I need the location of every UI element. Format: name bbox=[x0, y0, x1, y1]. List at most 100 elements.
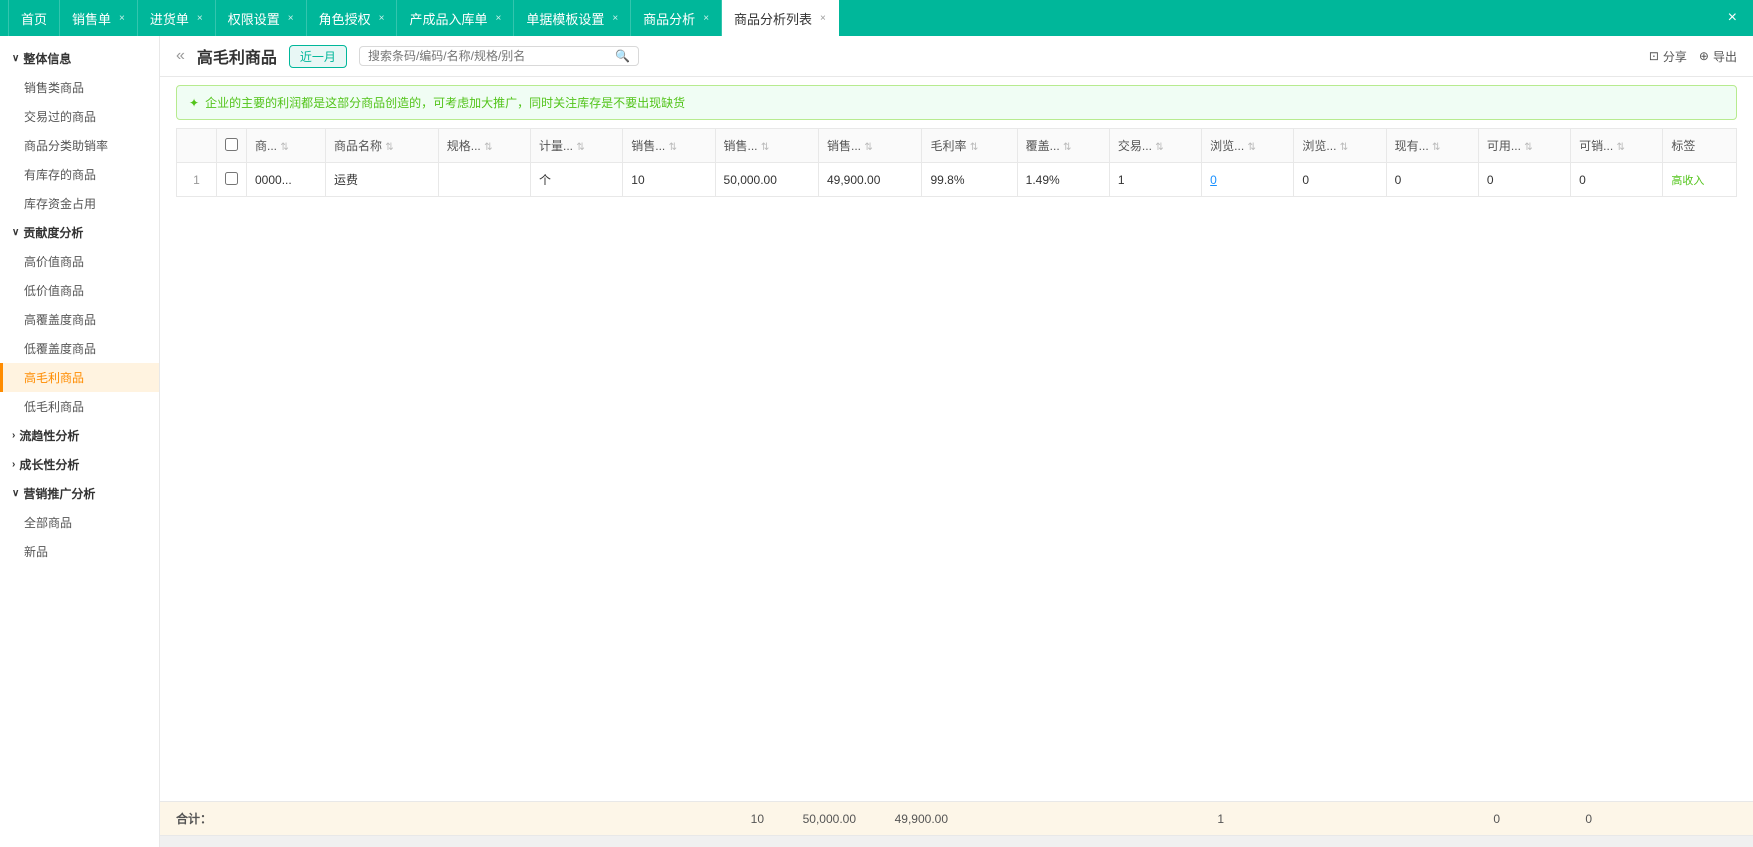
search-input[interactable] bbox=[368, 49, 609, 63]
content-area: « 高毛利商品 近一月 🔍 ⊡ 分享 ⊕ 导出 ✦ 企业的主要的利润都是这部 bbox=[160, 36, 1753, 847]
sidebar-group-trend[interactable]: › 流趋性分析 bbox=[0, 421, 159, 450]
sort-spec-icon[interactable]: ⇅ bbox=[484, 142, 492, 153]
arrow-icon-trend: › bbox=[12, 430, 15, 441]
col-code: 商... ⇅ bbox=[247, 129, 326, 163]
alert-banner: ✦ 企业的主要的利润都是这部分商品创造的，可考虑加大推广，同时关注库存是不要出现… bbox=[176, 85, 1737, 120]
col-browse1: 浏览... ⇅ bbox=[1202, 129, 1294, 163]
arrow-icon-marketing: ∨ bbox=[12, 488, 19, 499]
share-icon: ⊡ bbox=[1649, 49, 1659, 63]
sidebar-item-new-goods[interactable]: 新品 bbox=[0, 537, 159, 566]
tab-template[interactable]: 单据模板设置 × bbox=[514, 0, 631, 36]
sort-code-icon[interactable]: ⇅ bbox=[280, 142, 288, 153]
sidebar-item-high-value[interactable]: 高价值商品 bbox=[0, 247, 159, 276]
tab-role[interactable]: 角色授权 × bbox=[307, 0, 398, 36]
col-sale-qty: 销售... ⇅ bbox=[623, 129, 715, 163]
sidebar-item-low-coverage[interactable]: 低覆盖度商品 bbox=[0, 334, 159, 363]
alert-icon: ✦ bbox=[189, 96, 199, 110]
sort-trade-icon[interactable]: ⇅ bbox=[1155, 142, 1163, 153]
sidebar: ∨ 整体信息 销售类商品 交易过的商品 商品分类助销率 有库存的商品 库存资金占… bbox=[0, 36, 160, 847]
sidebar-item-category-rate[interactable]: 商品分类助销率 bbox=[0, 131, 159, 160]
cell-name: 运费 bbox=[325, 163, 438, 197]
sort-browse1-icon[interactable]: ⇅ bbox=[1248, 142, 1256, 153]
export-button[interactable]: ⊕ 导出 bbox=[1699, 48, 1737, 65]
footer-sale-amt2: 49,900.00 bbox=[876, 812, 956, 826]
tab-home[interactable]: 首页 bbox=[8, 0, 60, 36]
sort-unit-icon[interactable]: ⇅ bbox=[576, 142, 584, 153]
sidebar-item-low-value[interactable]: 低价值商品 bbox=[0, 276, 159, 305]
tab-goods-analysis[interactable]: 商品分析 × bbox=[631, 0, 722, 36]
sort-qty-icon[interactable]: ⇅ bbox=[669, 142, 677, 153]
top-nav: 首页 销售单 × 进货单 × 权限设置 × 角色授权 × 产成品入库单 × 单据… bbox=[0, 0, 1753, 36]
sidebar-item-traded-goods[interactable]: 交易过的商品 bbox=[0, 102, 159, 131]
sidebar-item-low-margin[interactable]: 低毛利商品 bbox=[0, 392, 159, 421]
window-close-button[interactable]: × bbox=[1720, 9, 1745, 27]
sort-amt2-icon[interactable]: ⇅ bbox=[864, 142, 872, 153]
export-icon: ⊕ bbox=[1699, 49, 1709, 63]
close-finished-tab[interactable]: × bbox=[495, 13, 501, 24]
sidebar-item-in-stock[interactable]: 有库存的商品 bbox=[0, 160, 159, 189]
col-gross-rate: 毛利率 ⇅ bbox=[922, 129, 1017, 163]
select-all-checkbox[interactable] bbox=[225, 138, 238, 151]
sidebar-item-all-goods[interactable]: 全部商品 bbox=[0, 508, 159, 537]
sidebar-item-sales-goods[interactable]: 销售类商品 bbox=[0, 73, 159, 102]
col-browse2: 浏览... ⇅ bbox=[1294, 129, 1386, 163]
sidebar-group-contribution[interactable]: ∨ 贡献度分析 bbox=[0, 218, 159, 247]
sidebar-item-stock-capital[interactable]: 库存资金占用 bbox=[0, 189, 159, 218]
footer-trade: 1 bbox=[1152, 812, 1232, 826]
header-actions: ⊡ 分享 ⊕ 导出 bbox=[1649, 48, 1737, 65]
sort-browse2-icon[interactable]: ⇅ bbox=[1340, 142, 1348, 153]
col-checkbox[interactable] bbox=[217, 129, 247, 163]
col-unit: 计量... ⇅ bbox=[531, 129, 623, 163]
share-button[interactable]: ⊡ 分享 bbox=[1649, 48, 1687, 65]
sidebar-group-overview[interactable]: ∨ 整体信息 bbox=[0, 44, 159, 73]
close-sales-tab[interactable]: × bbox=[119, 13, 125, 24]
sort-amt-icon[interactable]: ⇅ bbox=[761, 142, 769, 153]
close-template-tab[interactable]: × bbox=[612, 13, 618, 24]
col-tag: 标签 bbox=[1663, 129, 1737, 163]
sidebar-group-marketing[interactable]: ∨ 营销推广分析 bbox=[0, 479, 159, 508]
table-row: 1 0000... 运费 个 10 50,000.00 49,900.00 99… bbox=[177, 163, 1737, 197]
table-header-row: 商... ⇅ 商品名称 ⇅ 规格... ⇅ 计量... ⇅ 销售... ⇅ 销售… bbox=[177, 129, 1737, 163]
footer-sale-qty: 10 bbox=[692, 812, 772, 826]
col-instock: 现有... ⇅ bbox=[1386, 129, 1478, 163]
close-goods-list-tab[interactable]: × bbox=[820, 13, 826, 24]
close-role-tab[interactable]: × bbox=[379, 13, 385, 24]
tab-finished-goods[interactable]: 产成品入库单 × bbox=[397, 0, 514, 36]
main-layout: ∨ 整体信息 销售类商品 交易过的商品 商品分类助销率 有库存的商品 库存资金占… bbox=[0, 36, 1753, 847]
cell-sale-amt2: 49,900.00 bbox=[819, 163, 922, 197]
cell-browse2: 0 bbox=[1294, 163, 1386, 197]
arrow-icon: ∨ bbox=[12, 53, 19, 64]
sort-coverage-icon[interactable]: ⇅ bbox=[1063, 142, 1071, 153]
table-container: 商... ⇅ 商品名称 ⇅ 规格... ⇅ 计量... ⇅ 销售... ⇅ 销售… bbox=[160, 128, 1753, 801]
sidebar-item-high-coverage[interactable]: 高覆盖度商品 bbox=[0, 305, 159, 334]
collapse-sidebar-button[interactable]: « bbox=[176, 47, 185, 65]
bottom-scrollbar[interactable] bbox=[160, 835, 1753, 847]
close-purchase-tab[interactable]: × bbox=[197, 13, 203, 24]
col-sale-amt: 销售... ⇅ bbox=[715, 129, 818, 163]
footer-label: 合计： bbox=[176, 810, 212, 827]
sidebar-item-high-margin[interactable]: 高毛利商品 bbox=[0, 363, 159, 392]
row-checkbox[interactable] bbox=[225, 172, 238, 185]
sort-saleable-icon[interactable]: ⇅ bbox=[1617, 142, 1625, 153]
sort-gross-icon[interactable]: ⇅ bbox=[970, 142, 978, 153]
tab-goods-analysis-list[interactable]: 商品分析列表 × bbox=[722, 0, 839, 36]
sort-available-icon[interactable]: ⇅ bbox=[1524, 142, 1532, 153]
tab-permission[interactable]: 权限设置 × bbox=[216, 0, 307, 36]
sort-instock-icon[interactable]: ⇅ bbox=[1432, 142, 1440, 153]
cell-unit: 个 bbox=[531, 163, 623, 197]
tab-sales[interactable]: 销售单 × bbox=[60, 0, 138, 36]
sidebar-group-growth[interactable]: › 成长性分析 bbox=[0, 450, 159, 479]
close-goods-analysis-tab[interactable]: × bbox=[703, 13, 709, 24]
cell-checkbox[interactable] bbox=[217, 163, 247, 197]
page-title: 高毛利商品 bbox=[197, 44, 277, 68]
col-trade: 交易... ⇅ bbox=[1109, 129, 1201, 163]
tab-purchase[interactable]: 进货单 × bbox=[138, 0, 216, 36]
arrow-icon-growth: › bbox=[12, 459, 15, 470]
search-icon[interactable]: 🔍 bbox=[615, 49, 630, 63]
col-saleable: 可销... ⇅ bbox=[1571, 129, 1663, 163]
filter-recent-month-button[interactable]: 近一月 bbox=[289, 45, 347, 68]
cell-tag: 高收入 bbox=[1663, 163, 1737, 197]
cell-browse1[interactable]: 0 bbox=[1202, 163, 1294, 197]
sort-name-icon[interactable]: ⇅ bbox=[385, 142, 393, 153]
close-permission-tab[interactable]: × bbox=[288, 13, 294, 24]
